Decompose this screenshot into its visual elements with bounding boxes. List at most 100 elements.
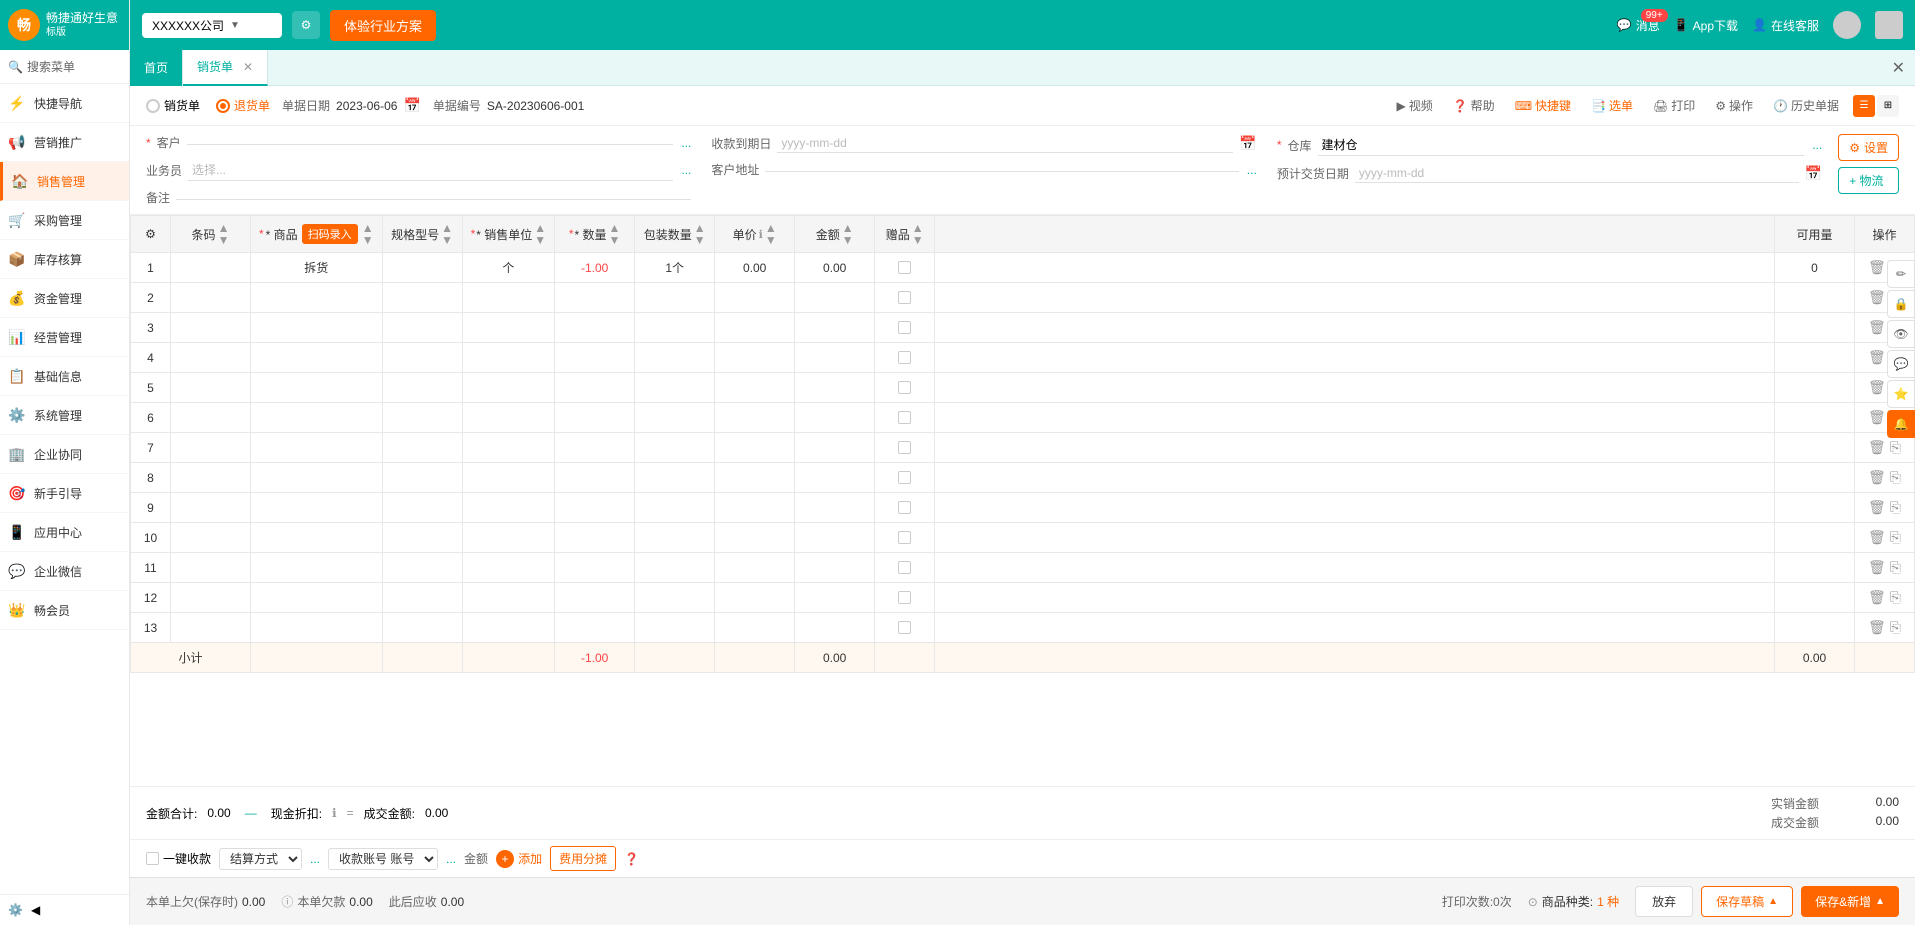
row-barcode-1[interactable] xyxy=(171,253,251,283)
delete-btn-1[interactable]: 🗑 xyxy=(1868,259,1886,276)
copy-btn-8[interactable]: ⎘ xyxy=(1890,469,1901,486)
copy-btn-13[interactable]: ⎘ xyxy=(1890,619,1901,636)
date-calendar-icon[interactable]: 📅 xyxy=(403,97,420,114)
sidebar-item-marketing[interactable]: 📢 营销推广 xyxy=(0,123,129,162)
row-spec-1[interactable] xyxy=(382,253,462,283)
radio-sale[interactable]: 销货单 xyxy=(146,97,200,114)
float-edit[interactable]: ✏ xyxy=(1887,260,1915,288)
tab-sales-order[interactable]: 销货单 ✕ xyxy=(183,50,268,86)
product-type-icon[interactable]: ⊙ xyxy=(1528,895,1538,909)
sidebar-item-purchase[interactable]: 🛒 采购管理 xyxy=(0,201,129,240)
payment-account-select[interactable]: 收款账号 账号 xyxy=(328,848,438,870)
discard-button[interactable]: 放弃 xyxy=(1635,886,1693,917)
settings-gear-icon[interactable]: ⚙️ xyxy=(8,903,23,917)
single-owe-icon[interactable]: ⓘ xyxy=(281,893,293,910)
delete-btn-6[interactable]: 🗑 xyxy=(1868,409,1886,426)
settings-btn[interactable]: ⚙ 设置 xyxy=(1838,134,1899,161)
delete-btn-4[interactable]: 🗑 xyxy=(1868,349,1886,366)
gift-checkbox-10[interactable] xyxy=(898,531,911,544)
row-unit-1[interactable]: 个 xyxy=(462,253,555,283)
gift-checkbox-9[interactable] xyxy=(898,501,911,514)
collection-calendar-icon[interactable]: 📅 xyxy=(1239,135,1256,152)
close-all-tabs[interactable]: ✕ xyxy=(1882,58,1915,78)
gift-checkbox-8[interactable] xyxy=(898,471,911,484)
sidebar-search[interactable]: 🔍 搜索菜单 xyxy=(0,50,129,84)
shortcut-btn[interactable]: ⌨ 快捷键 xyxy=(1509,94,1577,117)
video-btn[interactable]: ▶ 视频 xyxy=(1390,94,1438,117)
gift-checkbox-3[interactable] xyxy=(898,321,911,334)
delete-btn-8[interactable]: 🗑 xyxy=(1868,469,1886,486)
customer-more-btn[interactable]: ... xyxy=(681,136,691,150)
draft-button[interactable]: 保存草稿 ▲ xyxy=(1701,886,1793,917)
operate-btn[interactable]: ⚙ 操作 xyxy=(1709,94,1759,117)
delete-btn-7[interactable]: 🗑 xyxy=(1868,439,1886,456)
delete-btn-10[interactable]: 🗑 xyxy=(1868,529,1886,546)
gift-checkbox-13[interactable] xyxy=(898,621,911,634)
copy-btn-11[interactable]: ⎘ xyxy=(1890,559,1901,576)
collection-input[interactable]: yyyy-mm-dd xyxy=(777,134,1233,153)
salesperson-input[interactable]: 选择... xyxy=(188,159,673,181)
gift-checkbox-6[interactable] xyxy=(898,411,911,424)
warehouse-more-btn[interactable]: ... xyxy=(1812,138,1822,152)
copy-btn-7[interactable]: ⎘ xyxy=(1890,439,1901,456)
sidebar-item-operation[interactable]: 📊 经营管理 xyxy=(0,318,129,357)
select-btn[interactable]: 📑 选单 xyxy=(1585,94,1639,117)
sidebar-item-app[interactable]: 📱 应用中心 xyxy=(0,513,129,552)
delete-btn-11[interactable]: 🗑 xyxy=(1868,559,1886,576)
one-click-payment-checkbox[interactable]: 一键收款 xyxy=(146,850,211,867)
delete-btn-9[interactable]: 🗑 xyxy=(1868,499,1886,516)
fee-help-icon[interactable]: ❓ xyxy=(624,852,639,866)
float-lock[interactable]: 🔒 xyxy=(1887,290,1915,318)
float-view[interactable]: 👁 xyxy=(1887,320,1915,348)
fee-distribution-btn[interactable]: 费用分摊 xyxy=(550,846,616,871)
expected-date-input[interactable]: yyyy-mm-dd xyxy=(1355,164,1799,183)
customer-input[interactable] xyxy=(187,140,674,145)
user-avatar[interactable] xyxy=(1833,11,1861,39)
column-settings-icon[interactable]: ⚙ xyxy=(145,227,156,241)
copy-btn-10[interactable]: ⎘ xyxy=(1890,529,1901,546)
discount-info-icon[interactable]: ℹ xyxy=(332,806,337,820)
settings-button[interactable]: ⚙ xyxy=(292,11,320,39)
float-bell[interactable]: 🔔 xyxy=(1887,410,1915,438)
app-download-button[interactable]: 📱 App下载 xyxy=(1674,17,1738,34)
sidebar-item-quick-nav[interactable]: ⚡ 快捷导航 xyxy=(0,84,129,123)
add-payment-btn[interactable]: + xyxy=(496,850,514,868)
delete-btn-2[interactable]: 🗑 xyxy=(1868,289,1886,306)
gift-checkbox-12[interactable] xyxy=(898,591,911,604)
remark-input[interactable] xyxy=(176,195,691,200)
user-menu[interactable] xyxy=(1875,11,1903,39)
gift-checkbox-11[interactable] xyxy=(898,561,911,574)
float-star[interactable]: ⭐ xyxy=(1887,380,1915,408)
trial-button[interactable]: 体验行业方案 xyxy=(330,10,436,41)
delete-btn-12[interactable]: 🗑 xyxy=(1868,589,1886,606)
grid-view-btn[interactable]: ⊞ xyxy=(1877,95,1899,117)
sidebar-item-guide[interactable]: 🎯 新手引导 xyxy=(0,474,129,513)
row-gift-1[interactable] xyxy=(875,253,935,283)
sidebar-item-sales[interactable]: 🏠 销售管理 xyxy=(0,162,129,201)
gift-checkbox-1[interactable] xyxy=(898,261,911,274)
tab-home[interactable]: 首页 xyxy=(130,50,183,86)
radio-return[interactable]: 退货单 xyxy=(216,97,270,114)
sidebar-collapse-btn[interactable]: ◀ xyxy=(31,903,40,917)
gift-checkbox-5[interactable] xyxy=(898,381,911,394)
customer-addr-input[interactable] xyxy=(765,167,1238,172)
copy-btn-9[interactable]: ⎘ xyxy=(1890,499,1901,516)
list-view-btn[interactable]: ☰ xyxy=(1853,95,1875,117)
online-service-button[interactable]: 👤 在线客服 xyxy=(1752,17,1819,34)
number-value[interactable]: SA-20230606-001 xyxy=(487,99,584,113)
warehouse-input[interactable]: 建材仓 xyxy=(1318,134,1805,156)
sidebar-item-wechat[interactable]: 💬 企业微信 xyxy=(0,552,129,591)
delete-btn-13[interactable]: 🗑 xyxy=(1868,619,1886,636)
tab-close-icon[interactable]: ✕ xyxy=(243,60,253,74)
th-gear[interactable]: ⚙ xyxy=(131,216,171,253)
row-product-1[interactable]: 拆货 xyxy=(251,253,383,283)
delete-btn-3[interactable]: 🗑 xyxy=(1868,319,1886,336)
gift-checkbox-2[interactable] xyxy=(898,291,911,304)
salesperson-more-btn[interactable]: ... xyxy=(681,163,691,177)
row-qty-1[interactable]: -1.00 xyxy=(555,253,635,283)
row-amount-1[interactable]: 0.00 xyxy=(795,253,875,283)
sidebar-item-system[interactable]: ⚙️ 系统管理 xyxy=(0,396,129,435)
copy-btn-12[interactable]: ⎘ xyxy=(1890,589,1901,606)
scan-button[interactable]: 扫码录入 xyxy=(302,224,358,244)
expected-date-calendar-icon[interactable]: 📅 xyxy=(1805,165,1822,182)
